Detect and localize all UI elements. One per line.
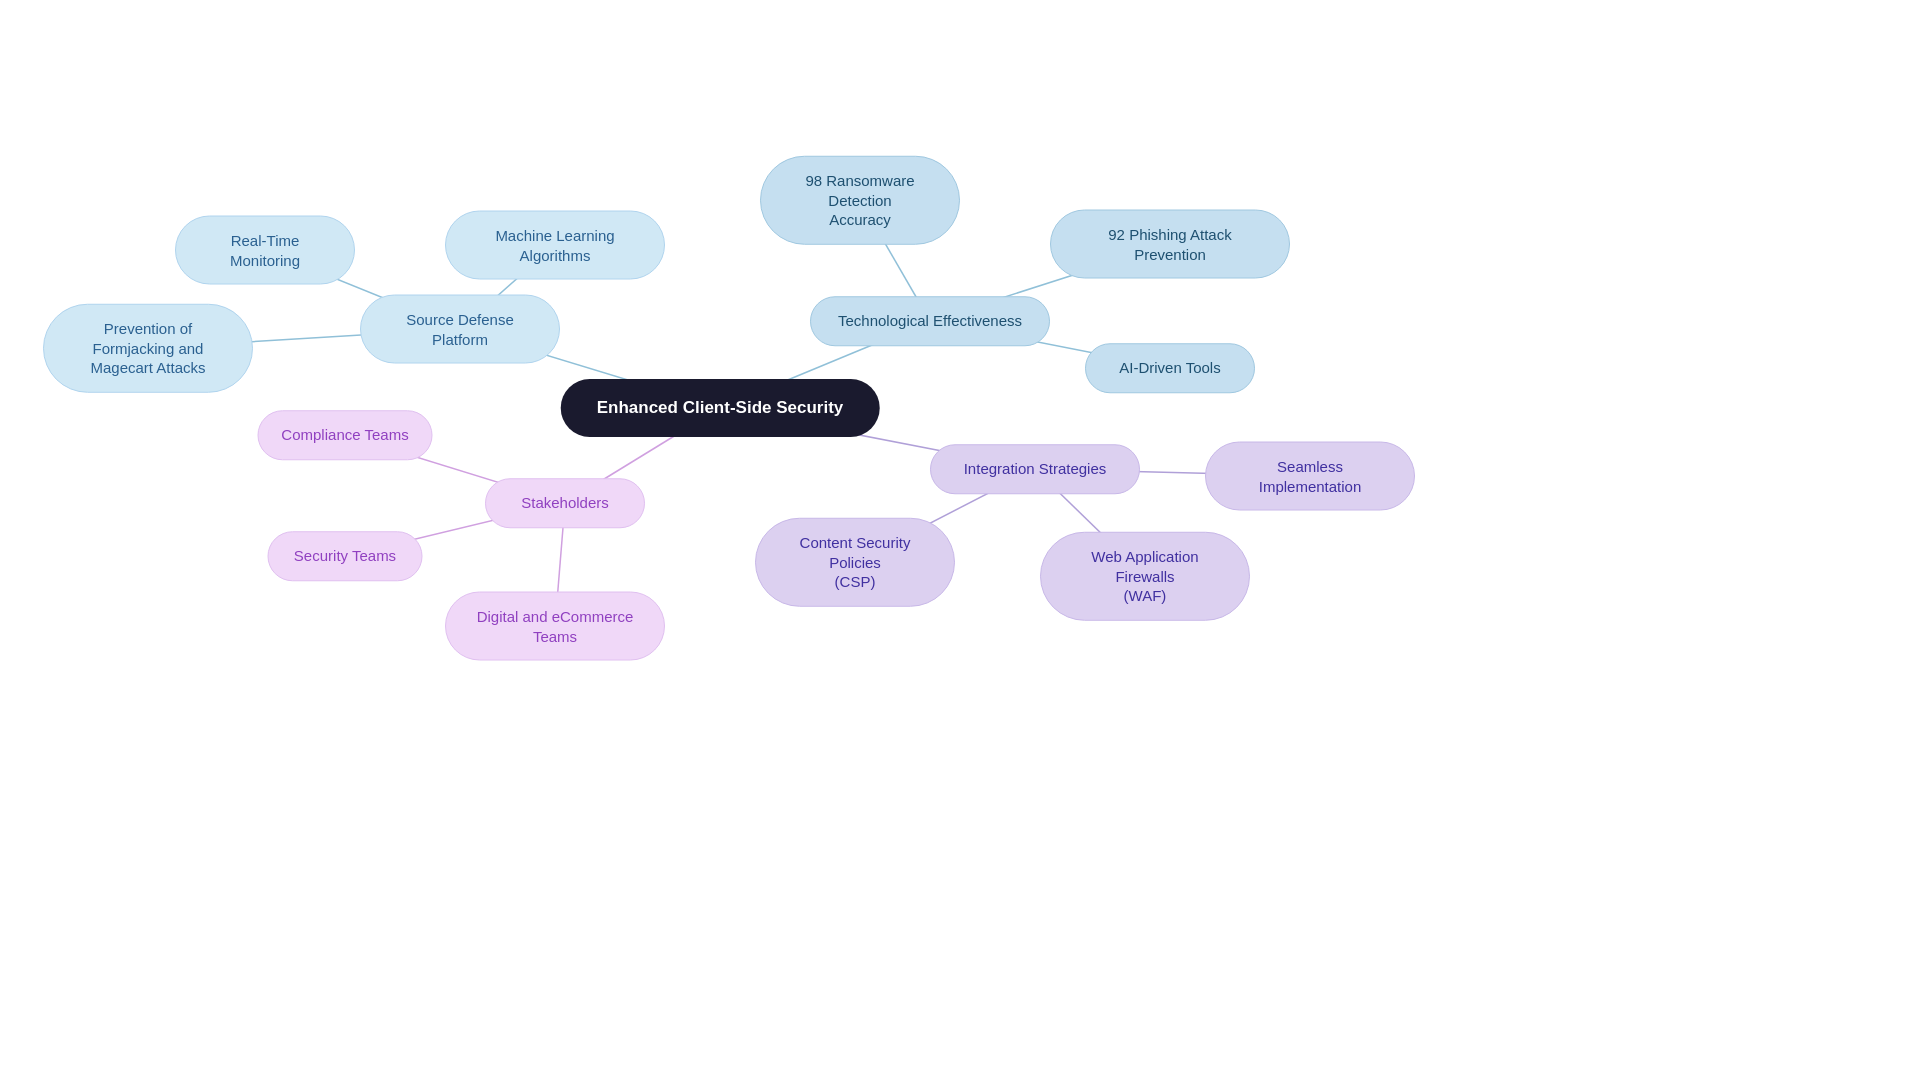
integration-strategies-node: Integration Strategies <box>930 444 1140 494</box>
ai-tools-node: AI-Driven Tools <box>1085 343 1255 393</box>
real-time-node: Real-Time Monitoring <box>175 216 355 285</box>
compliance-teams-node: Compliance Teams <box>258 410 433 460</box>
ransomware-node: 98 Ransomware Detection Accuracy <box>760 156 960 245</box>
tech-effectiveness-node: Technological Effectiveness <box>810 296 1050 346</box>
source-defense-node: Source Defense Platform <box>360 295 560 364</box>
waf-node: Web Application Firewalls (WAF) <box>1040 532 1250 621</box>
machine-learning-node: Machine Learning Algorithms <box>445 211 665 280</box>
security-teams-node: Security Teams <box>268 531 423 581</box>
csp-node: Content Security Policies (CSP) <box>755 518 955 607</box>
seamless-implementation-node: Seamless Implementation <box>1205 442 1415 511</box>
digital-teams-node: Digital and eCommerce Teams <box>445 592 665 661</box>
stakeholders-node: Stakeholders <box>485 478 645 528</box>
phishing-node: 92 Phishing Attack Prevention <box>1050 210 1290 279</box>
prevention-node: Prevention of Formjacking and Magecart A… <box>43 304 253 393</box>
center-node: Enhanced Client-Side Security <box>561 379 880 437</box>
